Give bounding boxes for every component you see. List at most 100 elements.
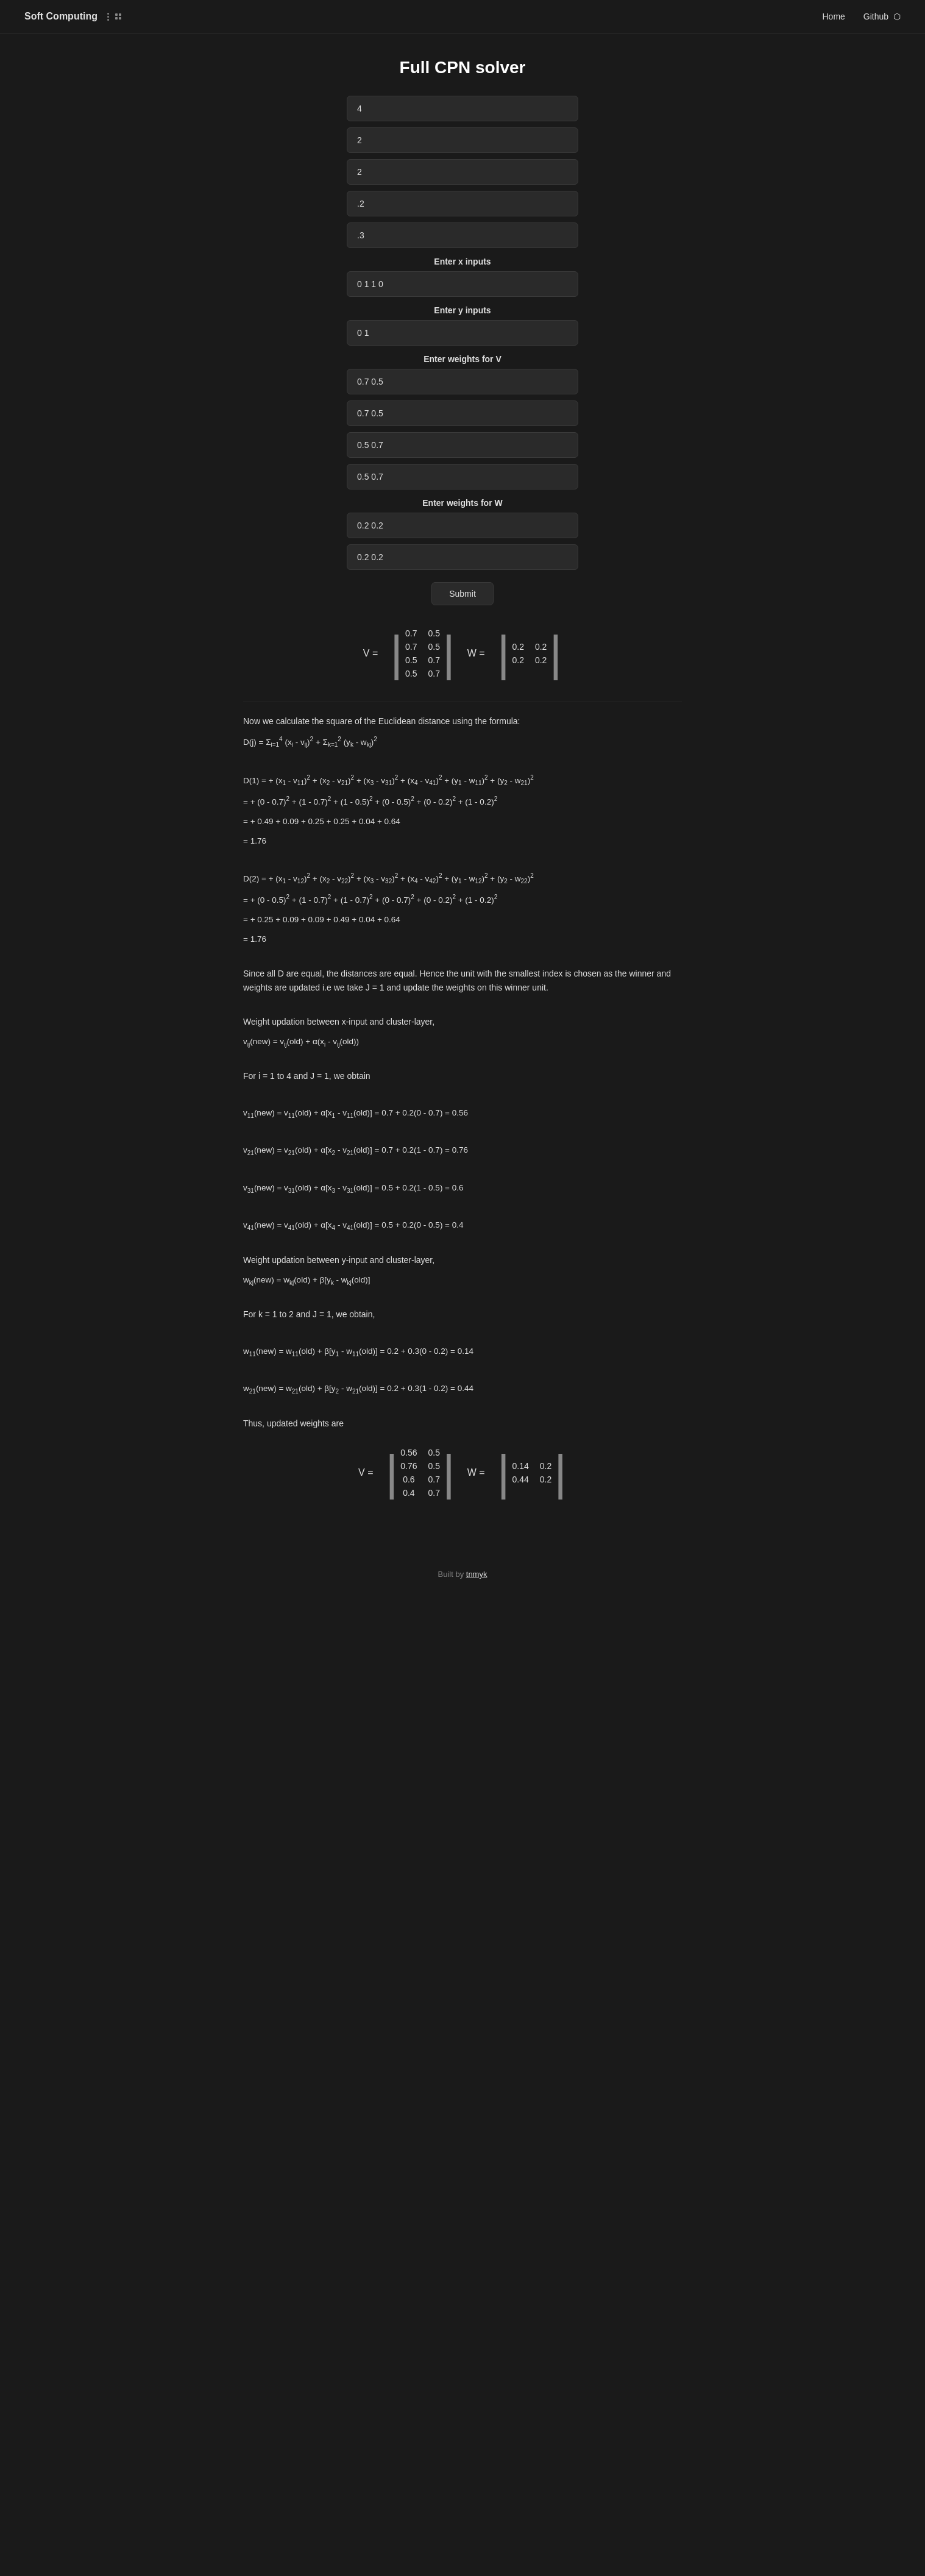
w-updated-matrix-label: W = <box>467 1467 485 1478</box>
d1-line1: = + (0 - 0.7)2 + (1 - 0.7)2 + (1 - 0.5)2… <box>243 794 682 809</box>
y-inputs-label: Enter y inputs <box>347 305 578 315</box>
w-bracket-right: | <box>549 629 562 678</box>
v4-input-group <box>347 464 578 489</box>
v-weights-label: Enter weights for V <box>347 354 578 364</box>
v-matrix-cells: 0.7 0.5 0.7 0.5 0.5 0.7 0.5 0.7 <box>403 624 442 683</box>
v-updated-cell-2-0: 0.6 <box>400 1475 417 1484</box>
input-group-5 <box>347 222 578 248</box>
v2-field[interactable] <box>347 400 578 426</box>
w-updated-bracket-right: | <box>554 1448 567 1497</box>
initial-matrix-display: V = | 0.7 0.5 0.7 0.5 0.5 0.7 0.5 0.7 | … <box>243 624 682 683</box>
v-updated-bracket-left: | <box>386 1448 399 1497</box>
nav-right: Home Github ⬡ <box>823 12 901 21</box>
w-updated-cell-0-1: 0.2 <box>540 1461 551 1471</box>
inputs-container: Enter x inputs Enter y inputs Enter weig… <box>347 96 578 570</box>
v-matrix-label: V = <box>363 648 378 659</box>
x-inputs-label: Enter x inputs <box>347 257 578 266</box>
w-bracket-left: | <box>497 629 510 678</box>
x-inputs-field[interactable] <box>347 271 578 297</box>
footer: Built by tnmyk <box>0 1557 925 1591</box>
nav-dots-icon <box>107 13 109 21</box>
github-icon: ⬡ <box>893 12 901 21</box>
v-updated-cell-3-1: 0.7 <box>428 1488 440 1498</box>
v41-eq: v41(new) = v41(old) + α[x4 - v41(old)] =… <box>243 1218 682 1234</box>
v-cell-1-1: 0.5 <box>428 642 440 652</box>
w-cell-0-1: 0.2 <box>535 642 547 652</box>
v-updated-matrix-bracket: | 0.56 0.5 0.76 0.5 0.6 0.7 0.4 0.7 | <box>386 1443 455 1503</box>
page-title: Full CPN solver <box>243 58 682 77</box>
v-bracket-left: | <box>390 629 403 678</box>
formula-d: D(j) = Σi=14 (xi - vij)2 + Σk=12 (yk - w… <box>243 734 682 750</box>
num-inputs-field[interactable] <box>347 96 578 121</box>
w-updated-matrix-cells: 0.14 0.2 0.44 0.2 <box>509 1456 554 1489</box>
input-group-2 <box>347 127 578 153</box>
main-content: Full CPN solver Enter x inputs Enter y i… <box>231 34 694 1557</box>
v-updated-bracket-right: | <box>442 1448 455 1497</box>
num-clusters-field[interactable] <box>347 127 578 153</box>
w-cell-1-1: 0.2 <box>535 655 547 665</box>
nav-grid-icon <box>115 13 121 20</box>
v21-eq: v21(new) = v21(old) + α[x2 - v21(old)] =… <box>243 1143 682 1159</box>
w2-input-group <box>347 544 578 570</box>
v-cell-0-0: 0.7 <box>405 628 417 638</box>
for-i-j-text: For i = 1 to 4 and J = 1, we obtain <box>243 1069 682 1084</box>
y-inputs-field[interactable] <box>347 320 578 346</box>
input-group-1 <box>347 96 578 121</box>
w-matrix-bracket: | 0.2 0.2 0.2 0.2 | <box>497 629 562 678</box>
d1-heading: D(1) = + (x1 - v11)2 + (x2 - v21)2 + (x3… <box>243 772 682 789</box>
v-updated-matrix-cells: 0.56 0.5 0.76 0.5 0.6 0.7 0.4 0.7 <box>398 1443 442 1503</box>
v-cell-1-0: 0.7 <box>405 642 417 652</box>
intro-text: Now we calculate the square of the Eucli… <box>243 714 682 729</box>
w-updated-cell-1-0: 0.44 <box>512 1475 528 1484</box>
w1-field[interactable] <box>347 513 578 538</box>
navbar: Soft Computing Home Github ⬡ <box>0 0 925 34</box>
w11-eq: w11(new) = w11(old) + β[y1 - w11(old)] =… <box>243 1344 682 1360</box>
v-updated-cell-2-1: 0.7 <box>428 1475 440 1484</box>
d2-line1: = + (0 - 0.5)2 + (1 - 0.7)2 + (1 - 0.7)2… <box>243 892 682 908</box>
d1-line3: = 1.76 <box>243 834 682 849</box>
v-cell-3-1: 0.7 <box>428 669 440 678</box>
w-updated-bracket-left: | <box>497 1448 510 1497</box>
input-group-4 <box>347 191 578 216</box>
submit-button[interactable]: Submit <box>431 582 494 605</box>
d2-line2: = + 0.25 + 0.09 + 0.09 + 0.49 + 0.04 + 0… <box>243 913 682 927</box>
w-updated-cell-0-0: 0.14 <box>512 1461 528 1471</box>
input-group-3 <box>347 159 578 185</box>
beta-field[interactable] <box>347 222 578 248</box>
weight-update-v-formula: vij(new) = vij(old) + α(xi - vij(old)) <box>243 1034 682 1050</box>
v-cell-2-1: 0.7 <box>428 655 440 665</box>
x-input-group <box>347 271 578 297</box>
footer-built-by: Built by <box>438 1570 466 1579</box>
w2-field[interactable] <box>347 544 578 570</box>
v2-input-group <box>347 400 578 426</box>
w-weights-label: Enter weights for W <box>347 498 578 508</box>
v-matrix-bracket: | 0.7 0.5 0.7 0.5 0.5 0.7 0.5 0.7 | <box>390 624 455 683</box>
weight-update-w-formula: wkj(new) = wkj(old) + β[yk - wkj(old)] <box>243 1273 682 1289</box>
v-updated-cell-0-0: 0.56 <box>400 1448 417 1457</box>
nav-logo: Soft Computing <box>24 11 97 22</box>
w1-input-group <box>347 513 578 538</box>
w-matrix-label: W = <box>467 648 485 659</box>
footer-author-link[interactable]: tnmyk <box>466 1570 487 1579</box>
v3-field[interactable] <box>347 432 578 458</box>
alpha-field[interactable] <box>347 191 578 216</box>
w21-eq: w21(new) = w21(old) + β[y2 - w21(old)] =… <box>243 1381 682 1397</box>
v-cell-3-0: 0.5 <box>405 669 417 678</box>
w-cell-1-0: 0.2 <box>512 655 523 665</box>
v4-field[interactable] <box>347 464 578 489</box>
y-input-group <box>347 320 578 346</box>
v1-field[interactable] <box>347 369 578 394</box>
v-updated-cell-1-0: 0.76 <box>400 1461 417 1471</box>
solution-content: Now we calculate the square of the Eucli… <box>243 714 682 1431</box>
weight-update-v-heading: Weight updation between x-input and clus… <box>243 1015 682 1030</box>
v-updated-cell-1-1: 0.5 <box>428 1461 440 1471</box>
v11-eq: v11(new) = v11(old) + α[x1 - v11(old)] =… <box>243 1106 682 1122</box>
v-cell-2-0: 0.5 <box>405 655 417 665</box>
github-link[interactable]: Github ⬡ <box>863 12 901 21</box>
v1-input-group <box>347 369 578 394</box>
w-updated-matrix-bracket: | 0.14 0.2 0.44 0.2 | <box>497 1448 567 1497</box>
nav-left: Soft Computing <box>24 11 121 22</box>
num-y-field[interactable] <box>347 159 578 185</box>
w-updated-cell-1-1: 0.2 <box>540 1475 551 1484</box>
home-link[interactable]: Home <box>823 12 845 21</box>
